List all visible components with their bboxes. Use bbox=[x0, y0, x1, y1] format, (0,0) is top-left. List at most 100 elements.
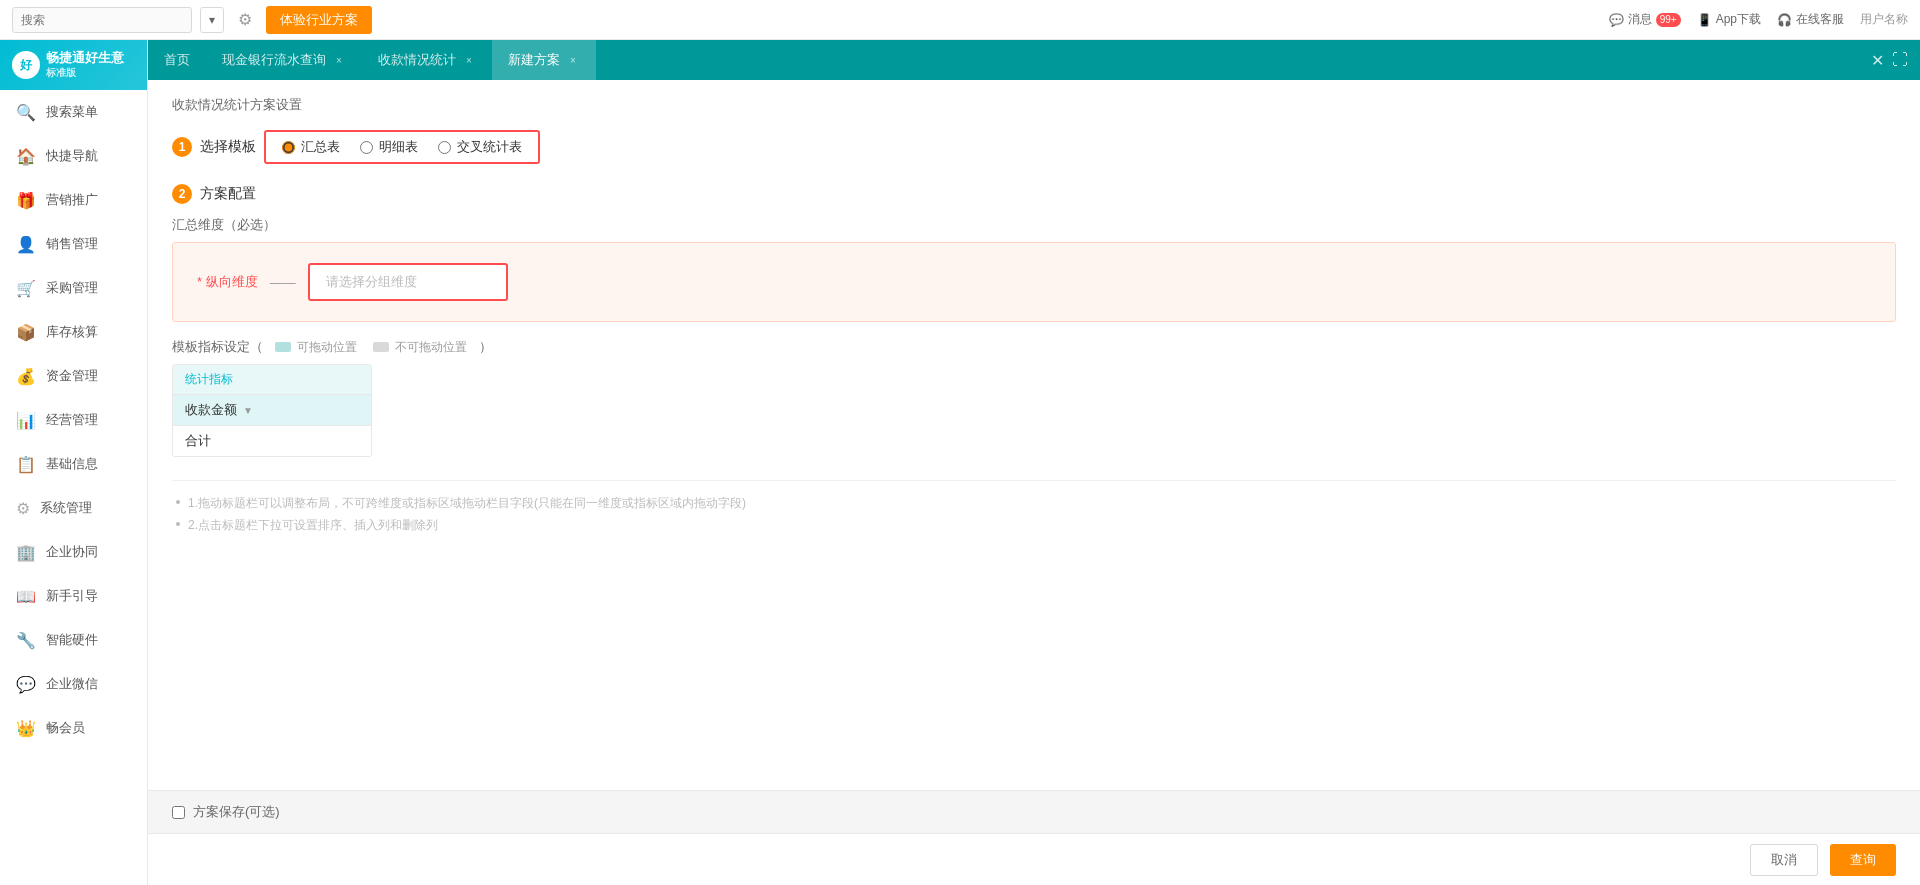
gift-icon: 🎁 bbox=[16, 191, 36, 210]
section1-number: 1 bbox=[172, 137, 192, 157]
tab-cashflow-label: 现金银行流水查询 bbox=[222, 51, 326, 69]
legend-draggable-label: 可拖动位置 bbox=[297, 339, 357, 356]
service-item[interactable]: 🎧 在线客服 bbox=[1777, 11, 1844, 28]
sidebar-item-quicknav[interactable]: 🏠 快捷导航 bbox=[0, 134, 147, 178]
indicator-cell-amount[interactable]: 收款金额 ▼ bbox=[173, 395, 371, 426]
query-button[interactable]: 查询 bbox=[1830, 844, 1896, 876]
sidebar-item-finance[interactable]: 💰 资金管理 bbox=[0, 354, 147, 398]
vertical-dim-row: * 纵向维度 —— 请选择分组维度 bbox=[197, 263, 1871, 301]
section1-title: 选择模板 bbox=[200, 138, 256, 156]
indicator-header-label: 模板指标设定（ bbox=[172, 338, 263, 356]
download-item[interactable]: 📱 App下载 bbox=[1697, 11, 1761, 28]
tab-expand-icon[interactable]: ⛶ bbox=[1892, 51, 1908, 69]
sidebar-item-newbie[interactable]: 📖 新手引导 bbox=[0, 574, 147, 618]
tab-right-icons: ✕ ⛶ bbox=[1871, 51, 1920, 70]
template-options-box: 汇总表 明细表 交叉统计表 bbox=[264, 130, 540, 164]
sidebar-item-system[interactable]: ⚙ 系统管理 bbox=[0, 486, 147, 530]
cancel-button[interactable]: 取消 bbox=[1750, 844, 1818, 876]
user-icon: 👤 bbox=[16, 235, 36, 254]
tab-cashflow-close[interactable]: × bbox=[332, 53, 346, 67]
main-layout: 好 畅捷通好生意 标准版 🔍 搜索菜单 🏠 快捷导航 🎁 营销推广 👤 销售管理… bbox=[0, 40, 1920, 885]
gear-icon: ⚙ bbox=[16, 499, 30, 518]
tab-new-plan-close[interactable]: × bbox=[566, 53, 580, 67]
sidebar-label-inventory: 库存核算 bbox=[46, 323, 98, 341]
save-checkbox[interactable] bbox=[172, 806, 185, 819]
tab-cashflow[interactable]: 现金银行流水查询 × bbox=[206, 40, 362, 80]
user-info[interactable]: 用户名称 bbox=[1860, 11, 1908, 28]
crown-icon: 👑 bbox=[16, 719, 36, 738]
sidebar-label-sales: 销售管理 bbox=[46, 235, 98, 253]
radio-cross[interactable] bbox=[438, 141, 451, 154]
tab-close-icon[interactable]: ✕ bbox=[1871, 51, 1884, 70]
sidebar-item-wechat[interactable]: 💬 企业微信 bbox=[0, 662, 147, 706]
option-summary[interactable]: 汇总表 bbox=[282, 138, 340, 156]
radio-detail[interactable] bbox=[360, 141, 373, 154]
section-template: 1 选择模板 汇总表 明细表 bbox=[172, 130, 1896, 164]
sidebar-item-operations[interactable]: 📊 经营管理 bbox=[0, 398, 147, 442]
top-bar: ▾ ⚙ 取消 体验行业方案 💬 消息 99+ 📱 App下载 🎧 在线客服 用户… bbox=[0, 0, 1920, 40]
tab-receipt[interactable]: 收款情况统计 × bbox=[362, 40, 492, 80]
arrow-icon: —— bbox=[270, 275, 296, 290]
logo-sub: 标准版 bbox=[46, 66, 124, 80]
sidebar-item-marketing[interactable]: 🎁 营销推广 bbox=[0, 178, 147, 222]
sidebar-label-operations: 经营管理 bbox=[46, 411, 98, 429]
tab-bar: 首页 现金银行流水查询 × 收款情况统计 × 新建方案 × ✕ ⛶ bbox=[148, 40, 1920, 80]
section2-title: 方案配置 bbox=[200, 185, 256, 203]
top-bar-left: ▾ ⚙ 取消 体验行业方案 bbox=[12, 6, 372, 34]
legend-fixed: 不可拖动位置 bbox=[373, 339, 467, 356]
sidebar-item-basics[interactable]: 📋 基础信息 bbox=[0, 442, 147, 486]
indicator-table-header: 统计指标 bbox=[173, 365, 371, 395]
sidebar-item-purchase[interactable]: 🛒 采购管理 bbox=[0, 266, 147, 310]
save-section: 方案保存(可选) bbox=[148, 790, 1920, 833]
top-dropdown-button[interactable]: ▾ bbox=[200, 7, 224, 33]
tab-new-plan-label: 新建方案 bbox=[508, 51, 560, 69]
radio-summary[interactable] bbox=[282, 141, 295, 154]
sidebar-item-hardware[interactable]: 🔧 智能硬件 bbox=[0, 618, 147, 662]
message-label: 消息 bbox=[1628, 11, 1652, 28]
chat-icon: 💬 bbox=[16, 675, 36, 694]
page-content: 收款情况统计方案设置 1 选择模板 汇总表 bbox=[148, 80, 1920, 833]
box-icon: 📦 bbox=[16, 323, 36, 342]
sidebar-item-corp[interactable]: 🏢 企业协同 bbox=[0, 530, 147, 574]
service-icon: 🎧 bbox=[1777, 13, 1792, 27]
label-summary: 汇总表 bbox=[301, 138, 340, 156]
sidebar-item-inventory[interactable]: 📦 库存核算 bbox=[0, 310, 147, 354]
sidebar-label-quicknav: 快捷导航 bbox=[46, 147, 98, 165]
fixed-box-icon bbox=[373, 342, 389, 352]
settings-icon[interactable]: ⚙ bbox=[232, 7, 258, 33]
indicator-cell-total: 合计 bbox=[173, 426, 371, 456]
chevron-down-icon: ▼ bbox=[243, 405, 253, 416]
download-icon: 📱 bbox=[1697, 13, 1712, 27]
tab-receipt-close[interactable]: × bbox=[462, 53, 476, 67]
sidebar-label-member: 畅会员 bbox=[46, 719, 85, 737]
sidebar-item-search[interactable]: 🔍 搜索菜单 bbox=[0, 90, 147, 134]
logo-icon: 好 bbox=[12, 51, 40, 79]
top-search-input[interactable] bbox=[12, 7, 192, 33]
tab-home[interactable]: 首页 bbox=[148, 40, 206, 80]
draggable-box-icon bbox=[275, 342, 291, 352]
amount-label: 收款金额 bbox=[185, 401, 237, 419]
sidebar-item-member[interactable]: 👑 畅会员 bbox=[0, 706, 147, 750]
sidebar-item-sales[interactable]: 👤 销售管理 bbox=[0, 222, 147, 266]
config-section: 汇总维度（必选） * 纵向维度 —— 请选择分组维度 bbox=[172, 216, 1896, 536]
industry-button[interactable]: 体验行业方案 bbox=[266, 6, 372, 34]
label-cross: 交叉统计表 bbox=[457, 138, 522, 156]
tip1: 1.拖动标题栏可以调整布局，不可跨维度或指标区域拖动栏目字段(只能在同一维度或指… bbox=[172, 493, 1896, 515]
download-label: App下载 bbox=[1716, 11, 1761, 28]
indicator-header-row: 模板指标设定（ 可拖动位置 不可拖动位置 bbox=[172, 338, 1896, 356]
section2-number: 2 bbox=[172, 184, 192, 204]
home-icon: 🏠 bbox=[16, 147, 36, 166]
dim-select-box[interactable]: 请选择分组维度 bbox=[308, 263, 508, 301]
option-cross[interactable]: 交叉统计表 bbox=[438, 138, 522, 156]
option-detail[interactable]: 明细表 bbox=[360, 138, 418, 156]
indicator-section: 模板指标设定（ 可拖动位置 不可拖动位置 bbox=[172, 338, 1896, 460]
section1-header: 1 选择模板 汇总表 明细表 bbox=[172, 130, 1896, 164]
content-area: 首页 现金银行流水查询 × 收款情况统计 × 新建方案 × ✕ ⛶ bbox=[148, 40, 1920, 885]
dimension-area: * 纵向维度 —— 请选择分组维度 bbox=[172, 242, 1896, 322]
save-label: 方案保存(可选) bbox=[193, 803, 280, 821]
tab-receipt-label: 收款情况统计 bbox=[378, 51, 456, 69]
building-icon: 🏢 bbox=[16, 543, 36, 562]
sidebar-label-finance: 资金管理 bbox=[46, 367, 98, 385]
tab-new-plan[interactable]: 新建方案 × bbox=[492, 40, 596, 80]
message-item[interactable]: 💬 消息 99+ bbox=[1609, 11, 1681, 28]
